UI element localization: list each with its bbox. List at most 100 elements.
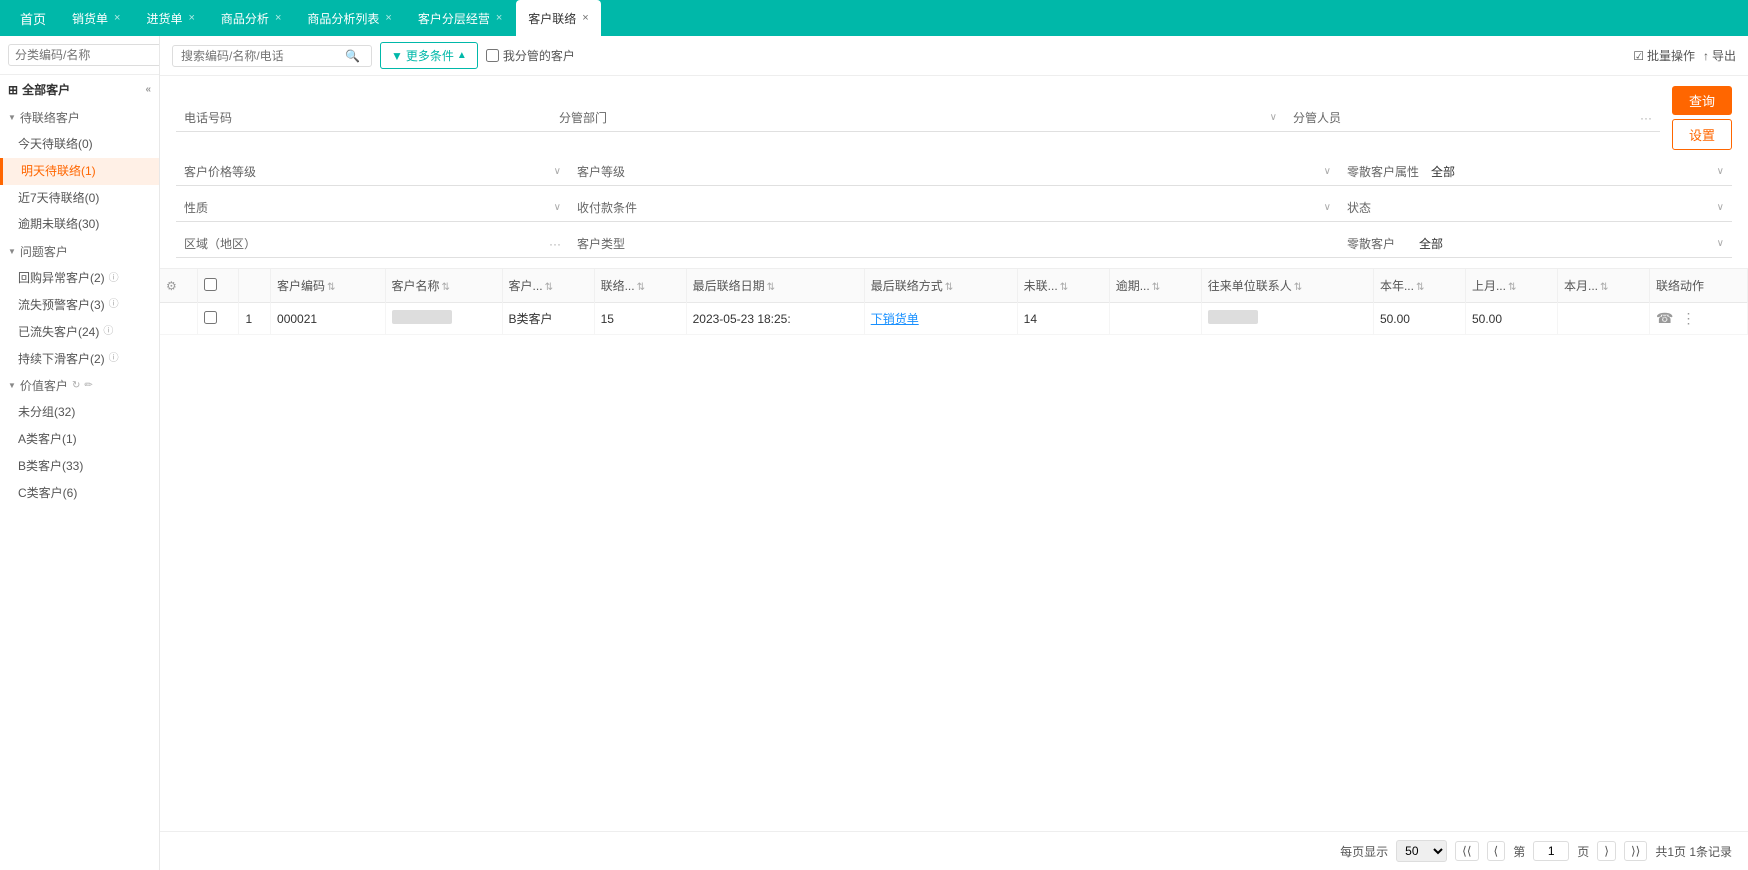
sidebar-item-overdue-pending[interactable]: 逾期未联络(30) [0,211,159,238]
sidebar-item-churn-warning[interactable]: 流失预警客户(3) ⓘ [0,292,159,319]
sidebar-item-tomorrow-pending[interactable]: 明天待联络(1) [0,158,159,185]
sidebar-item-ungrouped[interactable]: 未分组(32) [0,399,159,426]
col-index [239,269,271,303]
sidebar-item-today-pending[interactable]: 今天待联络(0) [0,131,159,158]
edit-icon[interactable]: ✏ [84,380,92,391]
first-page-button[interactable]: ⟨⟨ [1455,841,1478,861]
person-dots[interactable]: ··· [1640,111,1652,125]
col-last-contact-way[interactable]: 最后联络方式⇅ [864,269,1017,303]
sort-icon-overdue: ⇅ [1152,282,1160,293]
search-input[interactable] [181,49,341,63]
row-unit-contact [1201,303,1373,335]
col-unit-contact[interactable]: 往来单位联系人⇅ [1201,269,1373,303]
price-level-chevron[interactable]: ∨ [554,166,561,177]
col-last-contact-date[interactable]: 最后联络日期⇅ [686,269,864,303]
row-action-menu-icon[interactable]: ⋮ [1681,310,1695,327]
toolbar: 🔍 ▼ 更多条件 ▲ 我分管的客户 ☑ 批量操作 ↑ 导出 [160,36,1748,76]
col-contact[interactable]: 联络...⇅ [594,269,686,303]
contact-way-link[interactable]: 下销货单 [871,312,919,326]
close-purchase-order[interactable]: × [188,12,194,24]
nav-customer-contact[interactable]: 客户联络 × [516,0,600,36]
retail-attr-chevron[interactable]: ∨ [1717,166,1724,177]
main-layout: 🔍 ⊞ 全部客户 « ▼ 待联络客户 今天待联络(0) 明天待联络(1) 近7天… [0,36,1748,870]
sidebar: 🔍 ⊞ 全部客户 « ▼ 待联络客户 今天待联络(0) 明天待联络(1) 近7天… [0,36,160,870]
row-last-contact-way[interactable]: 下销货单 [864,303,1017,335]
col-this-year[interactable]: 本年...⇅ [1373,269,1465,303]
col-not-contacted[interactable]: 未联...⇅ [1017,269,1109,303]
retail-chevron[interactable]: ∨ [1717,238,1724,249]
row-last-month: 50.00 [1465,303,1557,335]
nav-product-analysis-list[interactable]: 商品分析列表 × [295,0,403,36]
dept-chevron[interactable]: ∨ [1270,112,1277,123]
sort-icon-this-year: ⇅ [1416,282,1424,293]
close-customer-segmentation[interactable]: × [496,12,502,24]
batch-op-button[interactable]: ☑ 批量操作 [1633,47,1695,64]
row-gear [160,303,197,335]
row-checkbox[interactable] [197,303,239,335]
col-name[interactable]: 客户名称⇅ [385,269,502,303]
sidebar-item-class-b[interactable]: B类客户(33) [0,453,159,480]
next-page-button[interactable]: ⟩ [1597,841,1616,861]
pending-contact-group[interactable]: ▼ 待联络客户 [0,104,159,131]
row-last-contact-date: 2023-05-23 18:25: [686,303,864,335]
row-type: B类客户 [502,303,594,335]
close-customer-contact[interactable]: × [582,12,588,24]
close-product-analysis[interactable]: × [275,12,281,24]
close-sales-order[interactable]: × [114,12,120,24]
query-button[interactable]: 查询 [1672,86,1732,115]
sidebar-item-class-a[interactable]: A类客户(1) [0,426,159,453]
row-select-checkbox[interactable] [204,311,217,324]
export-button[interactable]: ↑ 导出 [1703,47,1736,64]
filter-region: 区域（地区） ··· [176,230,569,258]
col-checkbox[interactable] [197,269,239,303]
col-overdue[interactable]: 逾期...⇅ [1109,269,1201,303]
row-action-contact-icon[interactable]: ☎ [1656,310,1673,327]
table-body: 1 000021 B类客户 15 2023-05-23 18:25: 下销货单 … [160,303,1748,335]
sidebar-item-churned[interactable]: 已流失客户(24) ⓘ [0,319,159,346]
col-last-month[interactable]: 上月...⇅ [1465,269,1557,303]
my-customers-checkbox[interactable] [486,49,499,62]
col-code[interactable]: 客户编码⇅ [271,269,385,303]
prev-page-button[interactable]: ⟨ [1487,841,1506,861]
close-product-analysis-list[interactable]: × [385,12,391,24]
sidebar-search-input[interactable] [8,44,160,66]
settings-button[interactable]: 设置 [1672,119,1732,150]
search-icon[interactable]: 🔍 [345,49,360,63]
filter-payment: 收付款条件 ∨ [569,194,1339,222]
col-this-month[interactable]: 本月...⇅ [1558,269,1650,303]
col-gear[interactable]: ⚙ [160,269,197,303]
status-chevron[interactable]: ∨ [1717,202,1724,213]
payment-chevron[interactable]: ∨ [1324,202,1331,213]
nav-sales-order[interactable]: 销货单 × [60,0,132,36]
more-filter-button[interactable]: ▼ 更多条件 ▲ [380,42,478,69]
filter-row-2: 客户价格等级 ∨ 客户等级 ∨ 零散客户属性 全部 ∨ [176,158,1732,186]
refresh-icon[interactable]: ↻ [72,380,80,391]
expand-icon-3: ▼ [8,381,16,390]
select-all-checkbox[interactable] [204,278,217,291]
my-customers-checkbox-label[interactable]: 我分管的客户 [486,47,575,64]
all-customers-title[interactable]: ⊞ 全部客户 « [0,75,159,104]
page-input[interactable] [1533,841,1569,861]
settings-gear-icon[interactable]: ⚙ [166,279,177,293]
nav-purchase-order[interactable]: 进货单 × [134,0,206,36]
nature-chevron[interactable]: ∨ [554,202,561,213]
sidebar-item-class-c[interactable]: C类客户(6) [0,480,159,507]
sidebar-item-7days-pending[interactable]: 近7天待联络(0) [0,185,159,212]
problem-customers-group[interactable]: ▼ 问题客户 [0,238,159,265]
filter-icon: ▼ [391,49,403,63]
col-type[interactable]: 客户...⇅ [502,269,594,303]
region-dots[interactable]: ··· [549,237,561,251]
sort-icon-this-month: ⇅ [1600,282,1608,293]
sidebar-item-repurchase-abnormal[interactable]: 回购异常客户(2) ⓘ [0,265,159,292]
sidebar-item-declining[interactable]: 持续下滑客户(2) ⓘ [0,346,159,373]
per-page-select[interactable]: 50 20 100 [1396,840,1447,862]
last-page-button[interactable]: ⟩⟩ [1624,841,1647,861]
nav-customer-segmentation[interactable]: 客户分层经营 × [406,0,514,36]
customer-level-chevron[interactable]: ∨ [1324,166,1331,177]
pagination: 每页显示 50 20 100 ⟨⟨ ⟨ 第 页 ⟩ ⟩⟩ 共1页 1条记录 [160,831,1748,870]
sort-icon-date: ⇅ [767,282,775,293]
nav-product-analysis[interactable]: 商品分析 × [209,0,293,36]
col-action: 联络动作 [1650,269,1748,303]
value-customers-group[interactable]: ▼ 价值客户 ↻ ✏ [0,372,159,399]
nav-home[interactable]: 首页 [8,0,58,36]
